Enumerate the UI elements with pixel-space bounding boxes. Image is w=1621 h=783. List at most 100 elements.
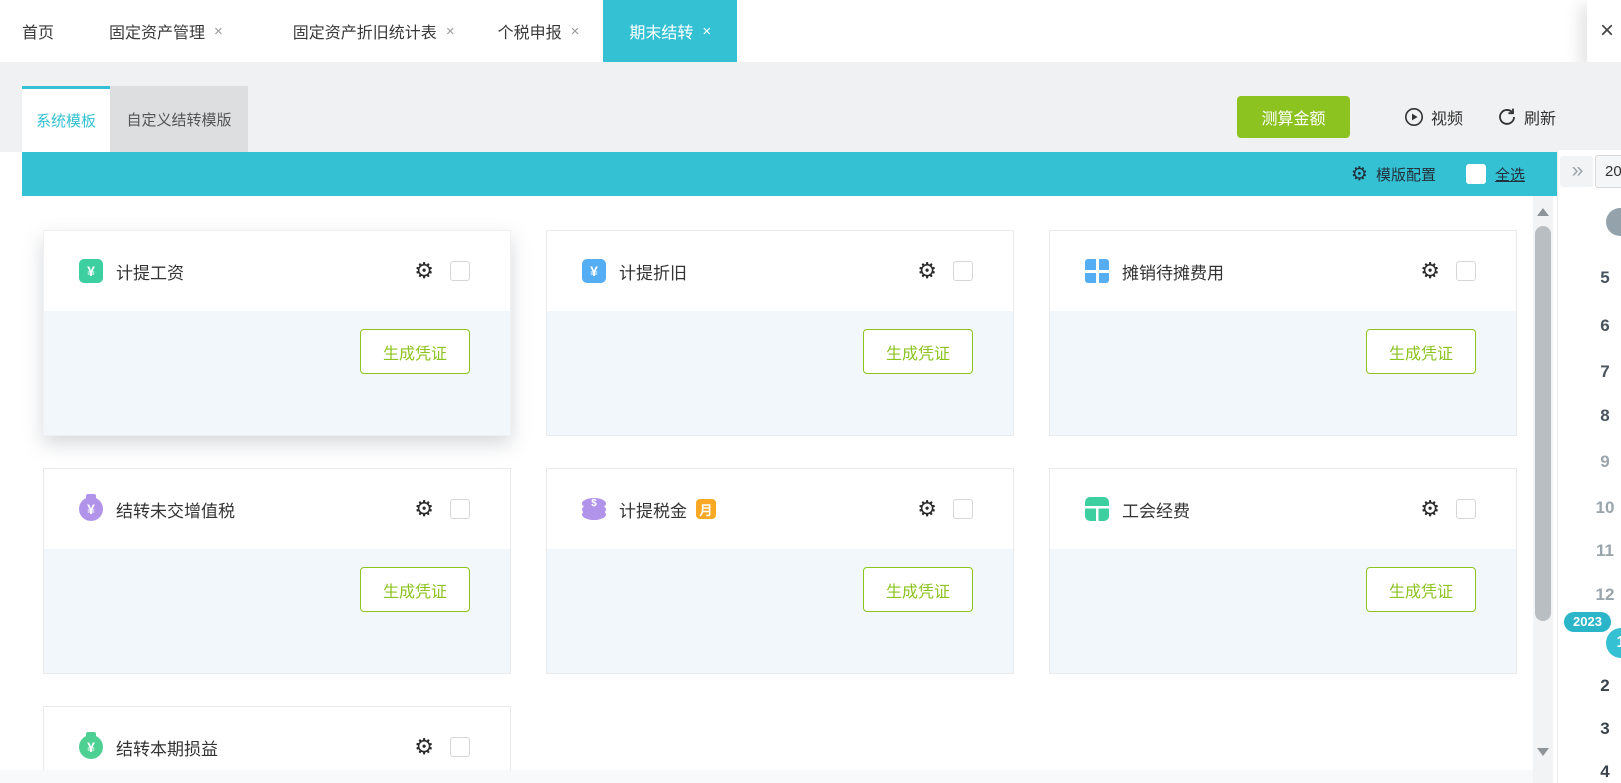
close-icon[interactable]: × — [571, 23, 580, 40]
month-item[interactable]: 3 — [1588, 719, 1621, 739]
refresh-button[interactable]: 刷新 — [1497, 96, 1556, 138]
generate-voucher-button[interactable]: 生成凭证 — [1366, 329, 1476, 374]
tab-label: 期末结转 — [629, 25, 694, 42]
year-badge: 2023 — [1564, 612, 1611, 632]
filter-bar: ⚙ 模版配置 全选 — [22, 152, 1557, 196]
tab-custom-template[interactable]: 自定义结转模版 — [110, 86, 248, 152]
gear-icon[interactable]: ⚙ — [917, 260, 937, 282]
month-item[interactable]: 11 — [1588, 541, 1621, 561]
double-chevron-right-icon: » — [1571, 159, 1584, 182]
monthly-badge: 月 — [696, 499, 716, 519]
floating-close-panel: × — [1587, 0, 1621, 66]
card-area: 计提工资 ⚙ 生成凭证 计提折旧 ⚙ 生成凭证 — [0, 196, 1533, 770]
gear-icon[interactable]: ⚙ — [917, 498, 937, 520]
tab-bar: 首页 固定资产管理 × 固定资产折旧统计表 × 个税申报 × 期末结转 × — [0, 0, 1621, 62]
generate-voucher-button[interactable]: 生成凭证 — [863, 567, 973, 612]
template-card-profit-loss: 结转本期损益 ⚙ 生成凭证 — [43, 706, 511, 770]
tab-period-end-closing[interactable]: 期末结转 × — [603, 0, 738, 62]
scrollbar-thumb[interactable] — [1535, 226, 1551, 621]
card-title: 结转本期损益 — [116, 739, 218, 759]
calculate-amount-button[interactable]: 测算金额 — [1237, 96, 1350, 138]
gear-icon: ⚙ — [1350, 163, 1368, 185]
template-card-tax: 计提税金 月 ⚙ 生成凭证 — [546, 468, 1014, 674]
card-title: 摊销待摊费用 — [1122, 263, 1224, 283]
close-icon[interactable]: × — [446, 23, 455, 40]
card-title: 计提工资 — [116, 263, 184, 283]
period-selector-panel: » 2023 5 6 7 8 9 10 11 12 2023 1 2 3 4 — [1557, 150, 1621, 783]
tab-home[interactable]: 首页 — [22, 0, 54, 62]
vat-icon — [79, 494, 103, 521]
month-item[interactable]: 10 — [1588, 498, 1621, 518]
tab-personal-tax[interactable]: 个税申报 × — [498, 0, 580, 62]
video-button[interactable]: 视频 — [1404, 96, 1463, 138]
month-item[interactable]: 7 — [1588, 362, 1621, 382]
month-item[interactable]: 8 — [1588, 406, 1621, 426]
gear-icon[interactable]: ⚙ — [414, 498, 434, 520]
toolbar: 系统模板 自定义结转模版 测算金额 视频 刷新 — [0, 62, 1621, 152]
template-config-button[interactable]: ⚙ 模版配置 — [1351, 164, 1436, 185]
select-all-checkbox[interactable] — [1465, 164, 1486, 184]
template-tab-group: 系统模板 自定义结转模版 — [22, 86, 248, 152]
select-all-group: 全选 — [1465, 164, 1525, 185]
wage-icon — [79, 259, 103, 283]
generate-voucher-button[interactable]: 生成凭证 — [360, 329, 470, 374]
gear-icon[interactable]: ⚙ — [1420, 260, 1440, 282]
card-checkbox[interactable] — [1456, 261, 1476, 281]
year-select[interactable]: 2023 — [1595, 155, 1621, 188]
selected-month[interactable]: 1 — [1606, 628, 1621, 658]
vertical-scrollbar[interactable] — [1533, 196, 1553, 783]
month-item[interactable]: 5 — [1588, 268, 1621, 288]
close-icon[interactable]: × — [702, 23, 711, 40]
amortization-icon — [1085, 259, 1109, 283]
refresh-icon — [1499, 108, 1515, 125]
tab-label: 固定资产管理 — [109, 25, 206, 42]
generate-voucher-button[interactable]: 生成凭证 — [1366, 567, 1476, 612]
avatar[interactable] — [1606, 208, 1621, 236]
template-card-amortization: 摊销待摊费用 ⚙ 生成凭证 — [1049, 230, 1517, 436]
generate-voucher-button[interactable]: 生成凭证 — [360, 567, 470, 612]
card-grid: 计提工资 ⚙ 生成凭证 计提折旧 ⚙ 生成凭证 — [43, 230, 1533, 770]
template-card-union-fund: 工会经费 ⚙ 生成凭证 — [1049, 468, 1517, 674]
select-all-label[interactable]: 全选 — [1495, 164, 1525, 185]
card-checkbox[interactable] — [953, 499, 973, 519]
scroll-up-arrow-icon[interactable] — [1537, 208, 1549, 216]
tax-icon — [582, 497, 606, 521]
card-title: 计提税金 — [619, 501, 687, 521]
tab-system-template[interactable]: 系统模板 — [22, 86, 110, 152]
card-checkbox[interactable] — [450, 737, 470, 757]
scroll-down-arrow-icon[interactable] — [1537, 748, 1549, 756]
template-config-label: 模版配置 — [1375, 166, 1436, 184]
close-icon[interactable]: × — [214, 23, 223, 40]
tab-label: 自定义结转模版 — [126, 111, 232, 129]
profit-loss-icon — [79, 732, 103, 759]
card-checkbox[interactable] — [953, 261, 973, 281]
tab-fixed-asset-management[interactable]: 固定资产管理 × — [109, 0, 223, 62]
union-fund-icon — [1085, 497, 1109, 521]
card-checkbox[interactable] — [450, 499, 470, 519]
month-item[interactable]: 4 — [1588, 762, 1621, 782]
month-item[interactable]: 2 — [1588, 676, 1621, 696]
card-title: 工会经费 — [1122, 501, 1190, 521]
tab-depreciation-report[interactable]: 固定资产折旧统计表 × — [293, 0, 455, 62]
card-title: 计提折旧 — [619, 263, 687, 283]
refresh-label: 刷新 — [1523, 111, 1556, 128]
video-label: 视频 — [1430, 111, 1463, 128]
template-card-vat: 结转未交增值税 ⚙ 生成凭证 — [43, 468, 511, 674]
card-checkbox[interactable] — [450, 261, 470, 281]
tab-label: 系统模板 — [35, 113, 96, 130]
gear-icon[interactable]: ⚙ — [1420, 498, 1440, 520]
month-item[interactable]: 12 — [1588, 585, 1621, 605]
close-icon[interactable]: × — [1600, 19, 1614, 43]
template-card-wage: 计提工资 ⚙ 生成凭证 — [43, 230, 511, 436]
bottom-strip — [0, 770, 1533, 783]
month-item[interactable]: 6 — [1588, 316, 1621, 336]
gear-icon[interactable]: ⚙ — [414, 260, 434, 282]
gear-icon[interactable]: ⚙ — [414, 736, 434, 758]
month-item[interactable]: 9 — [1588, 452, 1621, 472]
tab-label: 首页 — [22, 25, 55, 42]
tab-label: 个税申报 — [497, 25, 562, 42]
generate-voucher-button[interactable]: 生成凭证 — [863, 329, 973, 374]
expand-panel-button[interactable]: » — [1560, 156, 1593, 187]
play-circle-icon — [1404, 108, 1423, 126]
card-checkbox[interactable] — [1456, 499, 1476, 519]
